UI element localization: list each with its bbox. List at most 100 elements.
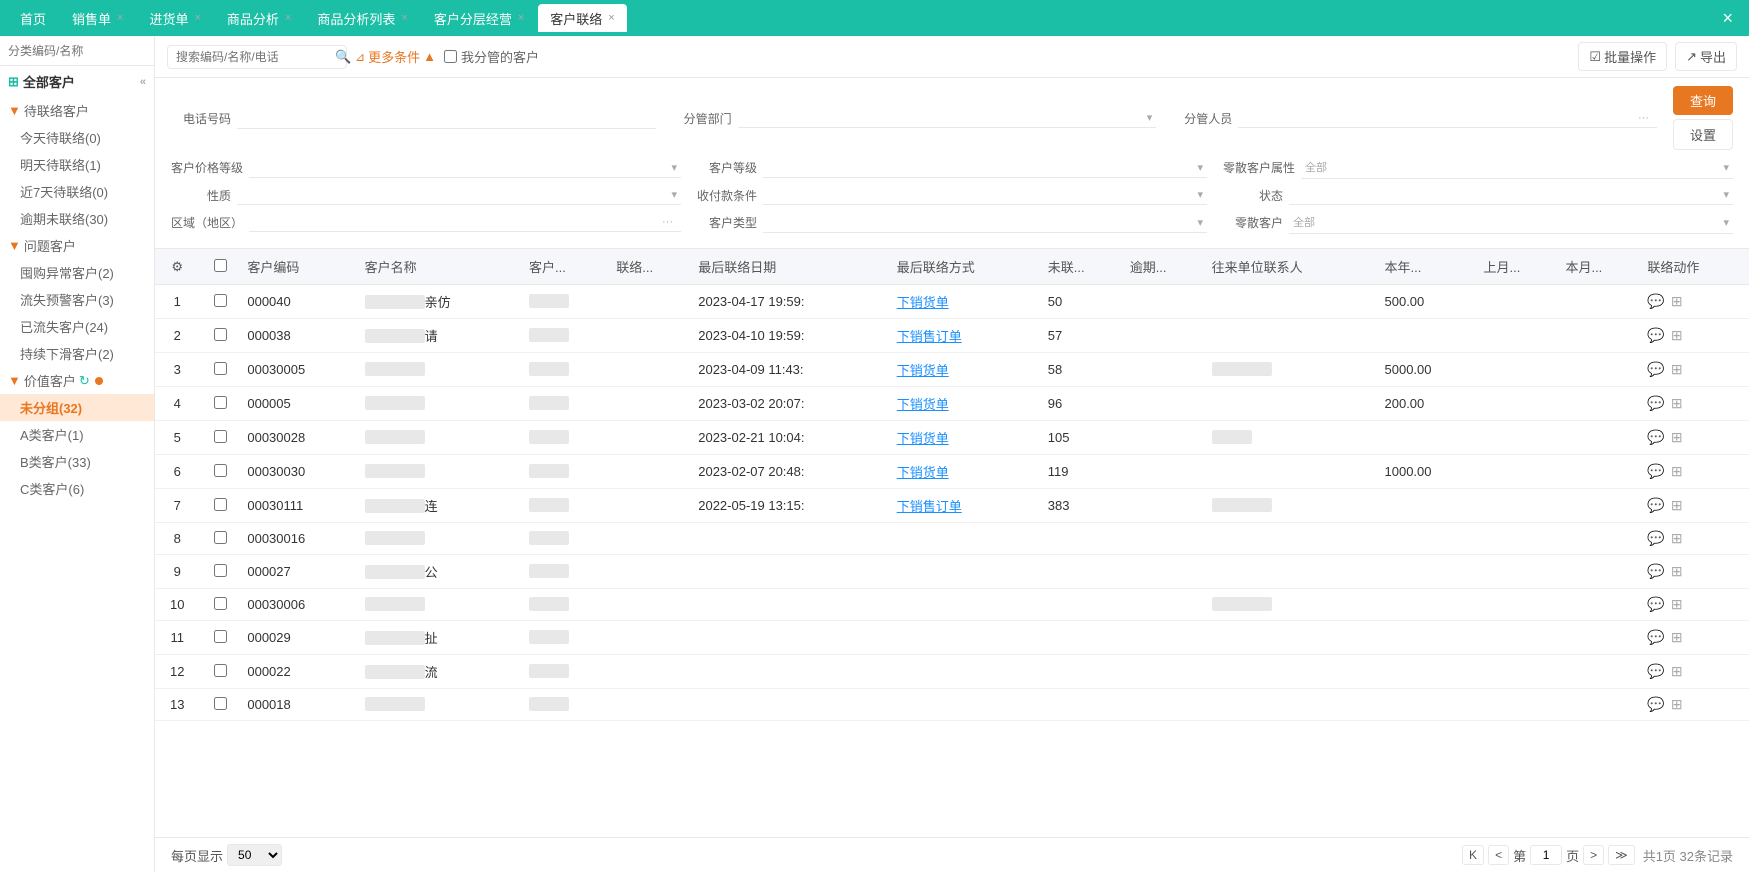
filter-price-level-select[interactable]: ▾ (249, 158, 681, 178)
tab-customer-tier[interactable]: 客户分层经营 × (422, 4, 536, 32)
sidebar-item-today[interactable]: 今天待联络(0) (0, 124, 154, 151)
row-checkbox[interactable] (214, 362, 227, 375)
current-page-input[interactable] (1530, 845, 1562, 865)
row-checkbox[interactable] (214, 564, 227, 577)
grid-icon[interactable]: ⊞ (1671, 596, 1683, 613)
sidebar-item-ungroup[interactable]: 未分组(32) (0, 394, 154, 421)
grid-icon[interactable]: ⊞ (1671, 293, 1683, 310)
td-checkbox[interactable] (199, 589, 241, 621)
grid-icon[interactable]: ⊞ (1671, 497, 1683, 514)
chat-icon[interactable]: 💬 (1647, 463, 1664, 480)
row-checkbox[interactable] (214, 396, 227, 409)
close-all-button[interactable]: × (1714, 8, 1741, 29)
chat-icon[interactable]: 💬 (1647, 696, 1664, 713)
chat-icon[interactable]: 💬 (1647, 429, 1664, 446)
sidebar-item-7days[interactable]: 近7天待联络(0) (0, 178, 154, 205)
sidebar-item-b-class[interactable]: B类客户(33) (0, 448, 154, 475)
sidebar-item-lost[interactable]: 已流失客户(24) (0, 313, 154, 340)
tab-customer-contact[interactable]: 客户联络 × (538, 4, 626, 32)
chat-icon[interactable]: 💬 (1647, 563, 1664, 580)
th-checkbox[interactable] (199, 249, 241, 285)
td-checkbox[interactable] (199, 319, 241, 353)
td-checkbox[interactable] (199, 621, 241, 655)
th-gear[interactable]: ⚙ (155, 249, 199, 285)
grid-icon[interactable]: ⊞ (1671, 463, 1683, 480)
filter-customer-type-select[interactable]: ▾ (763, 213, 1207, 233)
contact-method-link[interactable]: 下销售订单 (897, 499, 962, 514)
select-all-checkbox[interactable] (214, 259, 227, 272)
chat-icon[interactable]: 💬 (1647, 530, 1664, 547)
sidebar-item-abnormal[interactable]: 囤购异常客户(2) (0, 259, 154, 286)
chat-icon[interactable]: 💬 (1647, 629, 1664, 646)
filter-dept-select[interactable]: ▾ (738, 108, 1157, 128)
filter-payment-select[interactable]: ▾ (763, 185, 1207, 205)
sidebar-item-declining[interactable]: 持续下滑客户(2) (0, 340, 154, 367)
td-checkbox[interactable] (199, 655, 241, 689)
row-checkbox[interactable] (214, 597, 227, 610)
my-customers-checkbox[interactable] (444, 50, 457, 63)
tab-analysis-list[interactable]: 商品分析列表 × (305, 4, 419, 32)
row-checkbox[interactable] (214, 630, 227, 643)
row-checkbox[interactable] (214, 430, 227, 443)
grid-icon[interactable]: ⊞ (1671, 530, 1683, 547)
tab-customer-contact-close[interactable]: × (608, 12, 614, 24)
tab-analysis-close[interactable]: × (285, 12, 291, 24)
prev-page-button[interactable]: < (1488, 845, 1509, 865)
td-checkbox[interactable] (199, 285, 241, 319)
search-icon[interactable]: 🔍 (335, 49, 351, 65)
tab-analysis-list-close[interactable]: × (401, 12, 407, 24)
sidebar-group-problem[interactable]: ▼ 问题客户 (0, 232, 154, 259)
tab-home[interactable]: 首页 (8, 4, 58, 32)
sidebar-group-value[interactable]: ▼ 价值客户 ↻ (0, 367, 154, 394)
chat-icon[interactable]: 💬 (1647, 497, 1664, 514)
grid-icon[interactable]: ⊞ (1671, 429, 1683, 446)
chat-icon[interactable]: 💬 (1647, 293, 1664, 310)
row-checkbox[interactable] (214, 328, 227, 341)
tab-sales-close[interactable]: × (117, 12, 123, 24)
row-checkbox[interactable] (214, 464, 227, 477)
search-input[interactable] (176, 50, 331, 64)
td-checkbox[interactable] (199, 421, 241, 455)
td-checkbox[interactable] (199, 489, 241, 523)
filter-sparse-customer-select[interactable]: 全部 ▾ (1289, 211, 1733, 234)
filter-status-select[interactable]: ▾ (1289, 185, 1733, 205)
contact-method-link[interactable]: 下销货单 (897, 363, 949, 378)
sidebar-search-input[interactable] (8, 44, 155, 58)
tab-analysis[interactable]: 商品分析 × (215, 4, 303, 32)
export-button[interactable]: ↗ 导出 (1675, 42, 1737, 71)
contact-method-link[interactable]: 下销货单 (897, 465, 949, 480)
td-checkbox[interactable] (199, 455, 241, 489)
row-checkbox[interactable] (214, 697, 227, 710)
filter-nature-select[interactable]: ▾ (237, 185, 681, 205)
contact-method-link[interactable]: 下销货单 (897, 431, 949, 446)
grid-icon[interactable]: ⊞ (1671, 395, 1683, 412)
chat-icon[interactable]: 💬 (1647, 663, 1664, 680)
sidebar-item-warning[interactable]: 流失预警客户(3) (0, 286, 154, 313)
row-checkbox[interactable] (214, 531, 227, 544)
last-page-button[interactable]: ≫ (1608, 845, 1635, 865)
grid-icon[interactable]: ⊞ (1671, 327, 1683, 344)
chat-icon[interactable]: 💬 (1647, 596, 1664, 613)
td-checkbox[interactable] (199, 689, 241, 721)
tab-sales[interactable]: 销售单 × (60, 4, 135, 32)
sidebar-item-overdue[interactable]: 逾期未联络(30) (0, 205, 154, 232)
chat-icon[interactable]: 💬 (1647, 327, 1664, 344)
grid-icon[interactable]: ⊞ (1671, 361, 1683, 378)
tab-purchase-close[interactable]: × (194, 12, 200, 24)
query-button[interactable]: 查询 (1673, 86, 1733, 115)
chat-icon[interactable]: 💬 (1647, 361, 1664, 378)
sidebar-all-customers[interactable]: ⊞ 全部客户 « (0, 66, 154, 97)
td-checkbox[interactable] (199, 353, 241, 387)
contact-method-link[interactable]: 下销售订单 (897, 329, 962, 344)
first-page-button[interactable]: K (1462, 845, 1484, 865)
grid-icon[interactable]: ⊞ (1671, 696, 1683, 713)
filter-person-select[interactable]: ··· (1238, 109, 1657, 128)
sidebar-item-a-class[interactable]: A类客户(1) (0, 421, 154, 448)
next-page-button[interactable]: > (1583, 845, 1604, 865)
filter-region-select[interactable]: ··· (249, 213, 681, 232)
filter-sparse-attr-select[interactable]: 全部 ▾ (1301, 156, 1733, 179)
tab-customer-tier-close[interactable]: × (518, 12, 524, 24)
settings-icon[interactable]: ⚙ (171, 259, 183, 274)
reset-button[interactable]: 设置 (1673, 119, 1733, 150)
grid-icon[interactable]: ⊞ (1671, 563, 1683, 580)
